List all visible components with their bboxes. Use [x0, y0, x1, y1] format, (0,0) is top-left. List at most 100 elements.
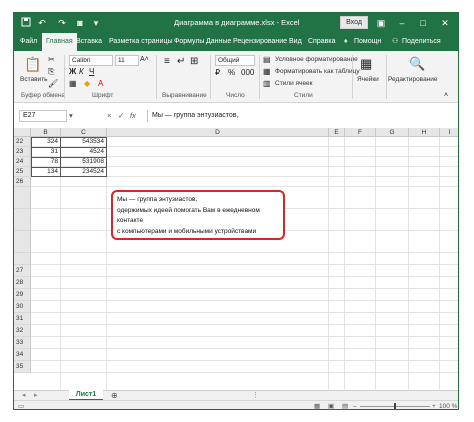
cell-b[interactable]: 324 [31, 137, 60, 147]
row-header[interactable]: 32 [14, 325, 31, 337]
conditional-format-icon[interactable]: ▤ [263, 55, 271, 65]
chevron-down-icon[interactable]: ▾ [69, 111, 73, 120]
borders-icon[interactable]: ▦ [69, 79, 77, 89]
cells-icon[interactable]: ▦ [360, 57, 372, 71]
insert-function-icon[interactable]: fx [130, 111, 136, 120]
lightbulb-icon[interactable]: ♦ [344, 33, 348, 51]
cell-b[interactable]: 134 [31, 167, 60, 177]
font-size-select[interactable]: 11 [115, 55, 139, 66]
page-layout-view-icon[interactable]: ▣ [328, 402, 334, 409]
cell-c[interactable]: 4524 [61, 147, 106, 157]
row-header[interactable]: 22 [14, 137, 31, 147]
zoom-in-icon[interactable]: + [432, 402, 436, 409]
cell-styles-icon[interactable]: ▥ [263, 79, 271, 89]
cell-c[interactable]: 531908 [61, 157, 106, 167]
share-icon[interactable]: ⚇ [392, 33, 398, 51]
enter-icon[interactable]: ✓ [118, 111, 124, 120]
paste-icon[interactable]: 📋 [24, 55, 42, 73]
tab-file[interactable]: Файл [20, 33, 37, 51]
spreadsheet-grid[interactable]: B C D E F G H I 22 23 24 25 26 27 28 29 30 31 32 33 34 35 324 5… [14, 128, 458, 390]
cell-b[interactable]: 78 [31, 157, 60, 167]
cut-icon[interactable]: ✂ [48, 55, 55, 65]
cell-styles-button[interactable]: Стили ячеек [275, 79, 313, 88]
row-header[interactable]: 33 [14, 337, 31, 349]
formula-input[interactable]: Мы — группа энтузиастов, [147, 110, 458, 122]
row-header[interactable]: 35 [14, 361, 31, 373]
row-header[interactable]: 29 [14, 289, 31, 301]
undo-icon[interactable]: ↶ [36, 17, 48, 29]
column-header[interactable]: H [409, 128, 440, 137]
column-header[interactable]: I [440, 128, 458, 137]
normal-view-icon[interactable]: ▦ [314, 402, 320, 409]
conditional-format-button[interactable]: Условное форматирование [275, 55, 358, 64]
maximize-icon[interactable]: □ [416, 16, 430, 30]
tab-page-layout[interactable]: Разметка страницы [109, 33, 173, 51]
font-color-icon[interactable]: A [98, 79, 103, 89]
collapse-ribbon-icon[interactable]: ˄ [444, 91, 448, 101]
row-header[interactable]: 31 [14, 313, 31, 325]
tab-formulas[interactable]: Формулы [174, 33, 204, 51]
text-box[interactable]: Мы — группа энтузиастов, одержимых идеей… [111, 190, 285, 240]
signin-button[interactable]: Вход [340, 16, 368, 29]
font-name-select[interactable]: Calibri [69, 55, 113, 66]
column-header[interactable]: E [329, 128, 345, 137]
minimize-icon[interactable]: – [395, 16, 409, 30]
row-header[interactable] [14, 231, 31, 253]
cells-button[interactable]: Ячейки [357, 75, 379, 84]
cancel-icon[interactable]: × [107, 111, 111, 120]
fill-color-icon[interactable]: ◆ [84, 79, 90, 89]
format-table-button[interactable]: Форматировать как таблицу [275, 67, 360, 76]
tab-home[interactable]: Главная [42, 33, 77, 51]
currency-icon[interactable]: ₽ [215, 68, 220, 78]
tab-view[interactable]: Вид [289, 33, 302, 51]
row-header[interactable]: 28 [14, 277, 31, 289]
tab-data[interactable]: Данные [206, 33, 231, 51]
row-header[interactable] [14, 187, 31, 209]
share-button[interactable]: Поделиться [402, 33, 441, 51]
copy-icon[interactable]: ⎘ [48, 67, 54, 77]
bold-icon[interactable]: Ж [69, 67, 76, 77]
tell-me-button[interactable]: Помощн [354, 33, 381, 51]
row-header[interactable]: 26 [14, 177, 31, 187]
editing-icon[interactable]: 🔍 [409, 57, 425, 71]
zoom-level[interactable]: 100 % [439, 402, 457, 409]
camera-icon[interactable]: ◙ [74, 17, 86, 29]
column-header[interactable]: G [376, 128, 409, 137]
zoom-slider-thumb[interactable] [394, 403, 396, 409]
select-all-corner[interactable] [14, 128, 31, 137]
row-header[interactable]: 25 [14, 167, 31, 177]
row-header[interactable] [14, 253, 31, 265]
close-icon[interactable]: ✕ [438, 16, 452, 30]
row-header[interactable]: 23 [14, 147, 31, 157]
format-painter-icon[interactable]: 🖌 [48, 79, 58, 89]
row-header[interactable]: 30 [14, 301, 31, 313]
format-table-icon[interactable]: ▦ [263, 67, 271, 77]
redo-icon[interactable]: ↷ [56, 17, 68, 29]
row-header[interactable] [14, 209, 31, 231]
tab-review[interactable]: Рецензирование [233, 33, 287, 51]
number-format-select[interactable]: Общий [215, 55, 255, 66]
underline-icon[interactable]: Ч [89, 67, 94, 77]
tab-insert[interactable]: Вставка [76, 33, 102, 51]
customize-icon[interactable]: ▾ [90, 17, 102, 29]
column-header[interactable]: B [31, 128, 61, 137]
column-header[interactable]: D [107, 128, 329, 137]
percent-icon[interactable]: % [228, 68, 235, 78]
name-box[interactable]: E27 [19, 110, 67, 122]
column-header[interactable]: C [61, 128, 107, 137]
editing-button[interactable]: Редактирование [388, 75, 438, 84]
grow-font-icon[interactable]: A˄ [140, 55, 149, 65]
wrap-text-icon[interactable]: ↵ [177, 57, 185, 67]
save-icon[interactable] [20, 17, 32, 29]
cell-b[interactable]: 31 [31, 147, 60, 157]
row-header[interactable]: 24 [14, 157, 31, 167]
zoom-out-icon[interactable]: – [353, 402, 357, 409]
paste-button[interactable]: Вставить [20, 75, 48, 84]
tab-help[interactable]: Справка [308, 33, 335, 51]
row-header[interactable]: 27 [14, 265, 31, 277]
merge-icon[interactable]: ⊞ [190, 57, 198, 67]
italic-icon[interactable]: К [79, 67, 84, 77]
cell-c[interactable]: 234524 [61, 167, 106, 177]
column-header[interactable]: F [345, 128, 376, 137]
row-header[interactable]: 34 [14, 349, 31, 361]
